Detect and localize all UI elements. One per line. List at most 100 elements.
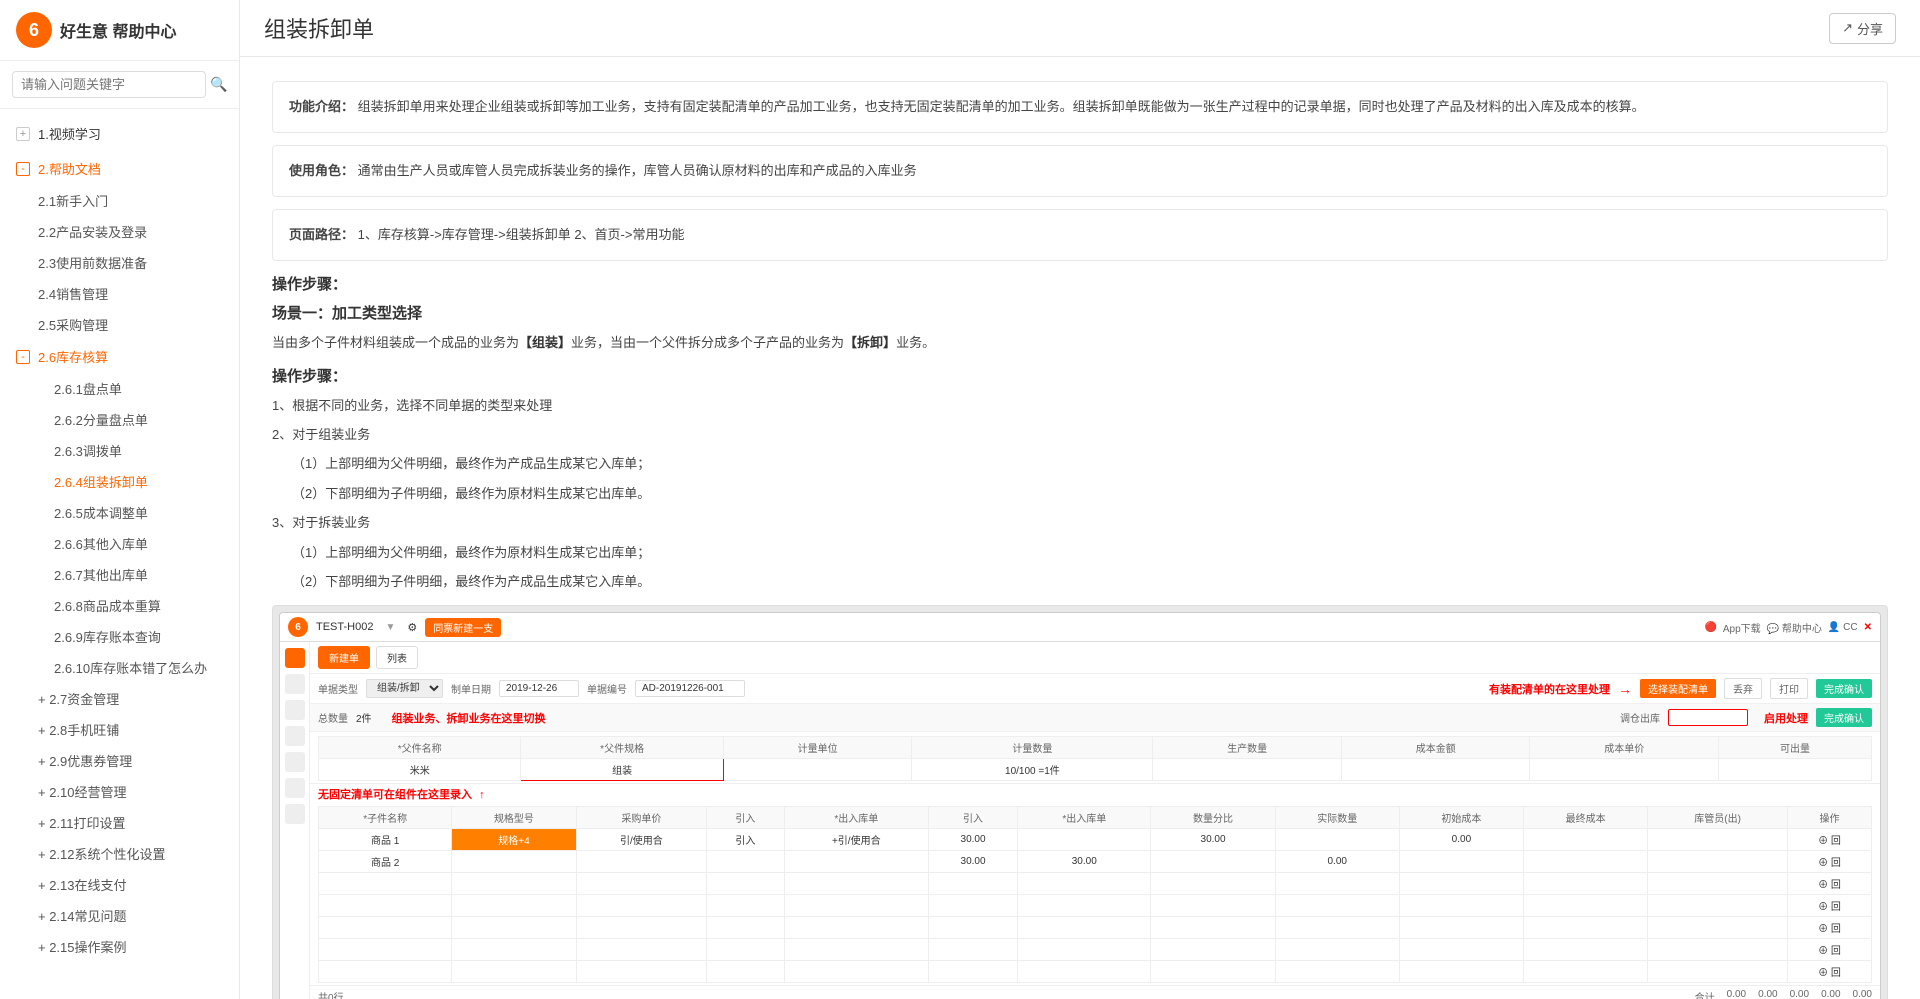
child-ops-2[interactable]: ⊕ 回 [1788, 851, 1872, 873]
app-btn-done[interactable]: 完成确认 [1816, 679, 1872, 698]
warehouse-input[interactable] [1668, 709, 1748, 726]
path-label: 页面路径： [289, 227, 354, 242]
sidebar-item-266[interactable]: 2.6.6其他入库单 [0, 528, 239, 559]
sidebar-item-215[interactable]: + 2.15操作案例 [0, 931, 239, 962]
table-row-child-5: ⊕ 回 [319, 917, 1872, 939]
sidebar-logo: 6 好生意 帮助中心 [0, 0, 239, 61]
app-screenshot: 6 TEST-H002 ▼ ⚙ 同票新建一支 🔴 App下载 💬 帮助中心 👤 … [279, 612, 1881, 999]
sidebar-item-212[interactable]: + 2.12系统个性化设置 [0, 838, 239, 869]
main-header: 组装拆卸单 ↗ 分享 [240, 0, 1920, 57]
footer-total-5: 0.00 [1853, 989, 1872, 999]
col-header-avail: 可出量 [1719, 737, 1872, 759]
child-import2-2: 30.00 [928, 851, 1017, 873]
parent-prod-qty-1 [1153, 759, 1342, 781]
sidebar-item-263[interactable]: 2.6.3调拨单 [0, 435, 239, 466]
sidebar-item-docs[interactable]: - 2.帮助文档 [0, 152, 239, 185]
app-toolbar: 新建单 列表 [310, 642, 1880, 674]
sidebar-item-267[interactable]: 2.6.7其他出库单 [0, 559, 239, 590]
app-form-row: 单据类型 组装/拆卸 制单日期 单据编号 [310, 674, 1880, 704]
col-child-name: *子件名称 [319, 807, 452, 829]
ops-steps: 操作步骤： 1、根据不同的业务，选择不同单据的类型来处理 2、对于组装业务 （1… [272, 365, 1888, 594]
app-sidebar-icon-4 [285, 752, 305, 772]
app-tab-new[interactable]: 新建单 [318, 646, 370, 669]
collapse-icon-docs: - [16, 162, 30, 176]
sidebar-item-2610[interactable]: 2.6.10库存账本错了怎么办 [0, 652, 239, 683]
form-date-input[interactable] [499, 680, 579, 697]
role-block: 使用角色： 通常由生产人员或库管人员完成拆装业务的操作，库管人员确认原材料的出库… [272, 145, 1888, 197]
footer-total-4: 0.00 [1821, 989, 1840, 999]
sidebar-item-261[interactable]: 2.6.1盘点单 [0, 373, 239, 404]
child-ops-7[interactable]: ⊕ 回 [1788, 961, 1872, 983]
sidebar-item-29[interactable]: + 2.9优惠券管理 [0, 745, 239, 776]
share-button[interactable]: ↗ 分享 [1829, 13, 1896, 44]
step2-sub1: （1）上部明细为父件明细，最终作为产成品生成某它入库单； [292, 452, 1888, 475]
sidebar-item-211[interactable]: + 2.11打印设置 [0, 807, 239, 838]
col-header-cost-amt: 成本金额 [1341, 737, 1530, 759]
app-sidebar-icon-3 [285, 726, 305, 746]
child-import1-2 [707, 851, 784, 873]
child-ops-3[interactable]: ⊕ 回 [1788, 873, 1872, 895]
app-sidebar-icon-5 [285, 778, 305, 798]
child-ops-1[interactable]: ⊕ 回 [1788, 829, 1872, 851]
step3-sub1: （1）上部明细为父件明细，最终作为原材料生成某它出库单； [292, 541, 1888, 564]
sidebar-item-210[interactable]: + 2.10经营管理 [0, 776, 239, 807]
annotation5-container: 无固定清单可在组件在这里录入 ↑ [310, 784, 1880, 804]
child-import2-1: 30.00 [928, 829, 1017, 851]
func-intro-block: 功能介绍： 组装拆卸单用来处理企业组装或拆卸等加工业务，支持有固定装配清单的产品… [272, 81, 1888, 133]
form-type-select[interactable]: 组装/拆卸 [366, 679, 443, 698]
sidebar-item-268[interactable]: 2.6.8商品成本重算 [0, 590, 239, 621]
sidebar-item-269[interactable]: 2.6.9库存账本查询 [0, 621, 239, 652]
table-row-child-7: ⊕ 回 [319, 961, 1872, 983]
sidebar-item-26[interactable]: - 2.6库存核算 [0, 340, 239, 373]
child-wh1-1: +引/使用合 [784, 829, 928, 851]
annotation3-text: 组装业务、拆卸业务在这里切换 [392, 710, 546, 726]
app-btn-confirm[interactable]: 选择装配清单 [1640, 679, 1716, 698]
sidebar-item-264[interactable]: 2.6.4组装拆卸单 [0, 466, 239, 497]
search-button[interactable]: 🔍 [210, 76, 227, 93]
search-input[interactable] [12, 71, 206, 98]
child-ops-5[interactable]: ⊕ 回 [1788, 917, 1872, 939]
sidebar-item-23[interactable]: 2.3使用前数据准备 [0, 247, 239, 278]
child-ops-4[interactable]: ⊕ 回 [1788, 895, 1872, 917]
sidebar-item-22[interactable]: 2.2产品安装及登录 [0, 216, 239, 247]
bottom-table: *子件名称 规格型号 采购单价 引入 *出入库单 引入 *出入库单 [318, 806, 1872, 983]
app-sidebar-strip [280, 642, 310, 999]
col-child-import1: 引入 [707, 807, 784, 829]
table-row-child-6: ⊕ 回 [319, 939, 1872, 961]
sidebar-item-213[interactable]: + 2.13在线支付 [0, 869, 239, 900]
child-ratio-1: 30.00 [1151, 829, 1275, 851]
form-date-label: 制单日期 [451, 681, 491, 696]
sidebar-item-214[interactable]: + 2.14常见问题 [0, 900, 239, 931]
col-child-price: 采购单价 [576, 807, 707, 829]
sidebar-item-21[interactable]: 2.1新手入门 [0, 185, 239, 216]
sidebar-item-27[interactable]: + 2.7资金管理 [0, 683, 239, 714]
col-child-manager: 库管员(出) [1648, 807, 1788, 829]
sidebar-item-25[interactable]: 2.5采购管理 [0, 309, 239, 340]
form-num-input[interactable] [635, 680, 745, 697]
child-price-2 [576, 851, 707, 873]
sidebar-item-262[interactable]: 2.6.2分量盘点单 [0, 404, 239, 435]
col-child-spec: 规格型号 [452, 807, 576, 829]
ops-title: 操作步骤： [272, 273, 1888, 294]
child-name-1: 商品 1 [319, 829, 452, 851]
warehouse-label: 调仓出库 [1620, 710, 1660, 725]
app-btn-print[interactable]: 打印 [1770, 678, 1808, 699]
sidebar-item-videos[interactable]: + 1.视频学习 [0, 117, 239, 150]
child-manager-1 [1648, 829, 1788, 851]
sidebar-label-videos: 1.视频学习 [38, 124, 101, 143]
app-tab-list[interactable]: 列表 [376, 646, 418, 669]
sidebar-item-28[interactable]: + 2.8手机旺铺 [0, 714, 239, 745]
app-new-btn[interactable]: 同票新建一支 [425, 618, 501, 637]
main-area: 组装拆卸单 ↗ 分享 功能介绍： 组装拆卸单用来处理企业组装或拆卸等加工业务，支… [240, 0, 1920, 999]
footer-total-1: 0.00 [1727, 989, 1746, 999]
step1: 1、根据不同的业务，选择不同单据的类型来处理 [272, 394, 1888, 417]
sidebar-item-24[interactable]: 2.4销售管理 [0, 278, 239, 309]
app-sidebar-icon-2 [285, 700, 305, 720]
app-btn-complete[interactable]: 完成确认 [1816, 708, 1872, 727]
sidebar-item-265[interactable]: 2.6.5成本调整单 [0, 497, 239, 528]
col-header-prod-qty: 生产数量 [1153, 737, 1342, 759]
table-row-child-2: 商品 2 30.00 30.00 [319, 851, 1872, 873]
col-child-warehouse2: *出入库单 [1018, 807, 1151, 829]
child-ops-6[interactable]: ⊕ 回 [1788, 939, 1872, 961]
app-btn-discard[interactable]: 丢弃 [1724, 678, 1762, 699]
